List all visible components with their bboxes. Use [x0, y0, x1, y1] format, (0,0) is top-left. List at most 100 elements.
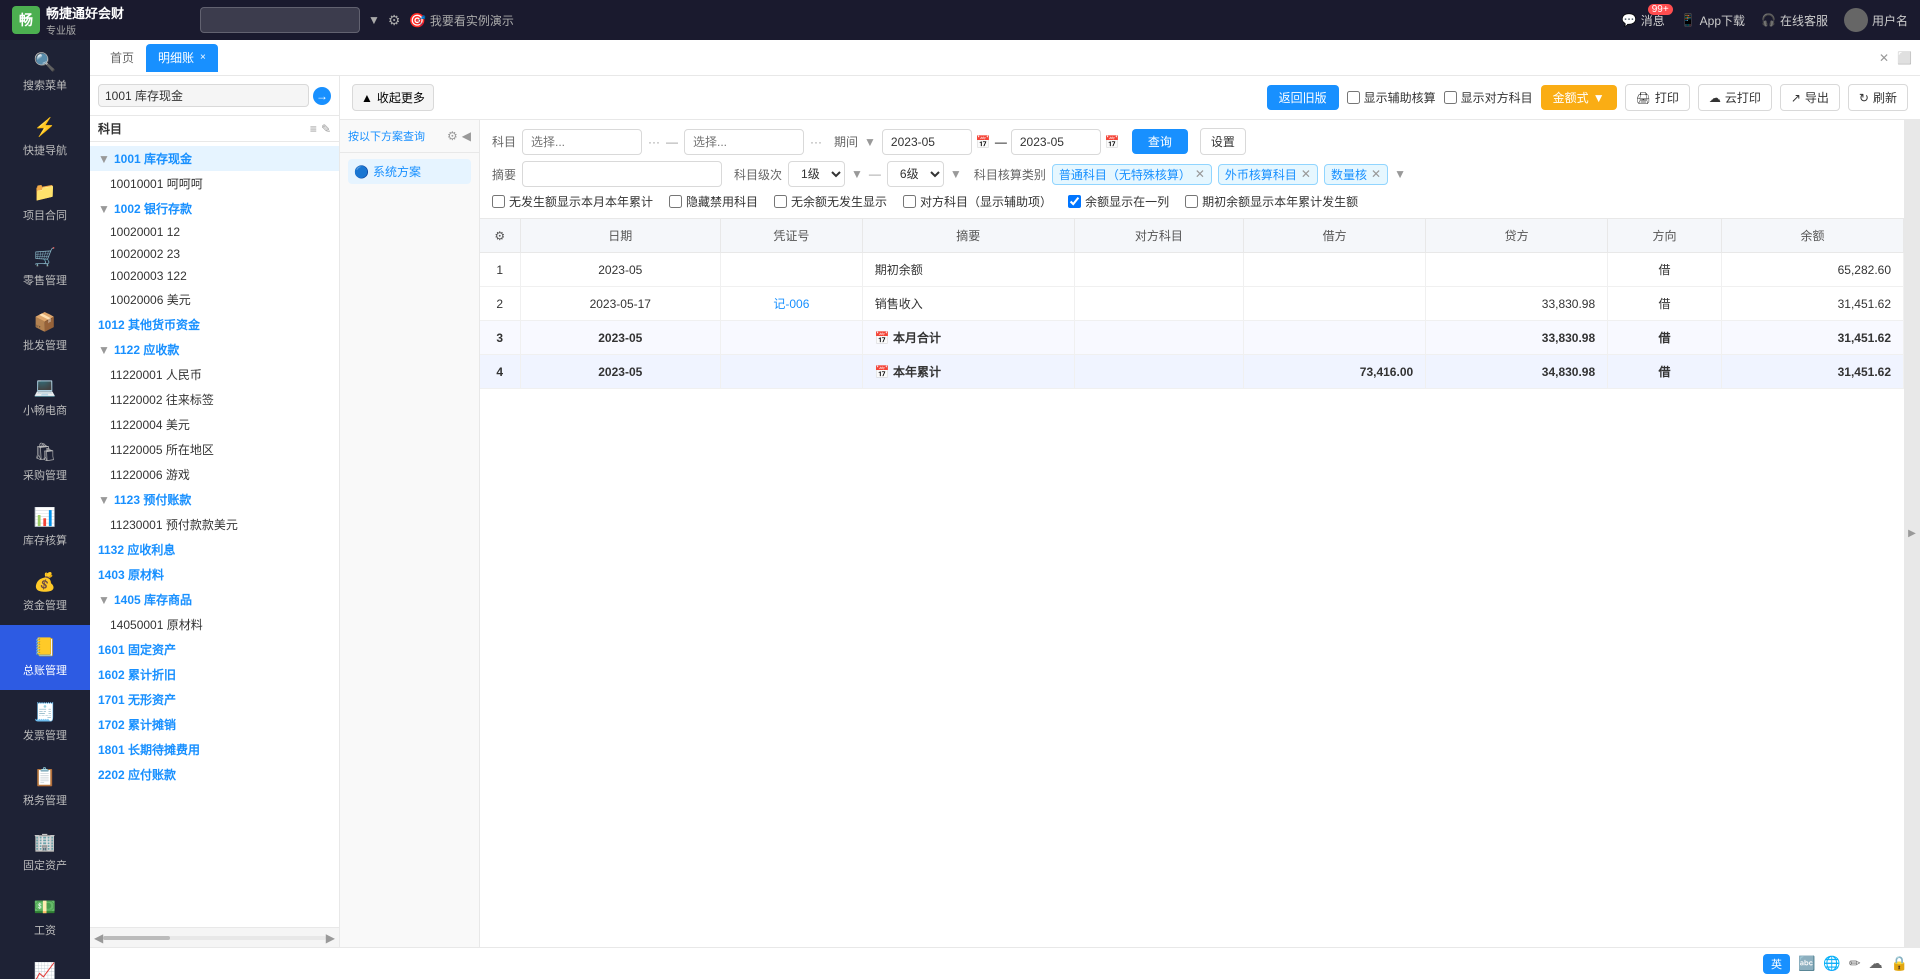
tree-item-1405[interactable]: ▼ 1405 库存商品: [90, 587, 339, 612]
tree-item-1002[interactable]: ▼ 1002 银行存款: [90, 196, 339, 221]
scheme-collapse-icon[interactable]: ◀: [462, 129, 471, 143]
period-end-input[interactable]: [1011, 129, 1101, 155]
tag-close-foreign[interactable]: ✕: [1301, 167, 1311, 181]
scheme-settings-icon[interactable]: ⚙: [447, 129, 458, 143]
print-button[interactable]: 🖨 打印: [1625, 84, 1690, 111]
globe-icon[interactable]: 🌐: [1823, 955, 1840, 972]
cloud-icon[interactable]: ☁: [1869, 955, 1883, 972]
tree-item-11220001[interactable]: 11220001 人民币: [90, 362, 339, 387]
window-close-icon[interactable]: ✕: [1879, 51, 1889, 65]
right-collapse-handle[interactable]: ▶: [1904, 120, 1920, 947]
tree-list-view-icon[interactable]: ≡: [310, 122, 317, 136]
sidebar-item-accounting[interactable]: 📒 总账管理: [0, 625, 90, 690]
tree-item-2202[interactable]: 2202 应付账款: [90, 762, 339, 787]
tree-item-11220005[interactable]: 11220005 所在地区: [90, 437, 339, 462]
scroll-left-icon[interactable]: ◀: [94, 931, 103, 945]
tree-item-11220004[interactable]: 11220004 美元: [90, 412, 339, 437]
lock-icon[interactable]: 🔒: [1891, 955, 1908, 972]
sidebar-item-wholesale[interactable]: 📦 批发管理: [0, 300, 90, 365]
tree-item-1403[interactable]: 1403 原材料: [90, 562, 339, 587]
search-box[interactable]: [200, 7, 360, 33]
demo-button[interactable]: 🎯 我要看实例演示: [408, 12, 513, 29]
account-expand-button[interactable]: →: [313, 87, 331, 105]
show-aux-checkbox-label[interactable]: 显示辅助核算: [1347, 89, 1436, 106]
sidebar-item-inventory[interactable]: 📊 库存核算: [0, 495, 90, 560]
account-filter-input-end[interactable]: [684, 129, 804, 155]
window-expand-icon[interactable]: ⬜: [1897, 51, 1912, 65]
scroll-right-icon[interactable]: ▶: [326, 931, 335, 945]
edit-icon[interactable]: ✏: [1849, 955, 1861, 972]
year-amount-checkbox[interactable]: [1185, 195, 1198, 208]
period-start-input[interactable]: [882, 129, 972, 155]
account-more-end-icon[interactable]: ···: [810, 135, 822, 149]
sidebar-item-assets[interactable]: 🏢 固定资产: [0, 820, 90, 885]
sidebar-item-retail[interactable]: 🛒 零售管理: [0, 235, 90, 300]
tree-item-10020001[interactable]: 10020001 12: [90, 221, 339, 243]
tree-item-10020003[interactable]: 10020003 122: [90, 265, 339, 287]
return-old-button[interactable]: 返回旧版: [1267, 85, 1339, 110]
show-opposite-checkbox-label[interactable]: 显示对方科目: [1444, 89, 1533, 106]
language-button[interactable]: 英: [1763, 954, 1790, 974]
gold-format-button[interactable]: 金额式 ▼: [1541, 85, 1617, 110]
check-no-balance[interactable]: 无余额无发生显示: [774, 193, 887, 210]
period-dropdown-icon[interactable]: ▼: [864, 135, 876, 149]
scheme-item-system[interactable]: 🔵 系统方案: [340, 153, 479, 190]
calendar-start-icon[interactable]: 📅: [976, 135, 991, 149]
translate-icon[interactable]: 🔤: [1798, 955, 1815, 972]
tree-item-11230001[interactable]: 11230001 预付款款美元: [90, 512, 339, 537]
tab-home[interactable]: 首页: [98, 44, 146, 72]
user-menu[interactable]: 用户名: [1844, 8, 1908, 32]
sidebar-item-search[interactable]: 🔍 搜索菜单: [0, 40, 90, 105]
level-from-select[interactable]: 1级 2级: [788, 161, 845, 187]
col-settings[interactable]: ⚙: [480, 219, 520, 253]
tree-item-1132[interactable]: 1132 应收利息: [90, 537, 339, 562]
sidebar-item-operation[interactable]: 📈 经营管理: [0, 950, 90, 979]
sidebar-item-project[interactable]: 📁 项目合同: [0, 170, 90, 235]
tree-edit-icon[interactable]: ✎: [321, 122, 331, 136]
expand-more-button[interactable]: ▲ 收起更多: [352, 84, 434, 111]
summary-filter-input[interactable]: [522, 161, 722, 187]
row-voucher-2[interactable]: 记-006: [721, 287, 863, 321]
account-more-icon[interactable]: ···: [648, 135, 660, 149]
tree-item-10010001[interactable]: 10010001 呵呵呵: [90, 171, 339, 196]
show-opposite-checkbox[interactable]: [1444, 91, 1457, 104]
tree-item-1601[interactable]: 1601 固定资产: [90, 637, 339, 662]
sidebar-item-purchase[interactable]: 🛍 采购管理: [0, 430, 90, 495]
tree-item-1602[interactable]: 1602 累计折旧: [90, 662, 339, 687]
sidebar-item-capital[interactable]: 💰 资金管理: [0, 560, 90, 625]
show-aux-checkbox[interactable]: [1347, 91, 1360, 104]
cloud-print-button[interactable]: ☁ 云打印: [1698, 84, 1772, 111]
tree-item-11220006[interactable]: 11220006 游戏: [90, 462, 339, 487]
tree-item-10020006[interactable]: 10020006 美元: [90, 287, 339, 312]
refresh-button[interactable]: ↻ 刷新: [1848, 84, 1908, 111]
check-hide-disabled[interactable]: 隐藏禁用科目: [669, 193, 758, 210]
hide-disabled-checkbox[interactable]: [669, 195, 682, 208]
sidebar-item-tax[interactable]: 📋 税务管理: [0, 755, 90, 820]
search-dropdown-icon[interactable]: ▼: [368, 13, 380, 27]
table-gear-icon[interactable]: ⚙: [494, 229, 505, 243]
tree-item-1001[interactable]: ▼ 1001 库存现金: [90, 146, 339, 171]
sidebar-item-ecommerce[interactable]: 💻 小畅电商: [0, 365, 90, 430]
check-year-amount[interactable]: 期初余额显示本年累计发生额: [1185, 193, 1358, 210]
tree-item-1123[interactable]: ▼ 1123 预付账款: [90, 487, 339, 512]
check-balance-col[interactable]: 余额显示在一列: [1068, 193, 1169, 210]
settings-icon[interactable]: ⚙: [388, 12, 401, 29]
tree-item-1801[interactable]: 1801 长期待摊费用: [90, 737, 339, 762]
sidebar-item-invoice[interactable]: 🧾 发票管理: [0, 690, 90, 755]
tree-item-1122[interactable]: ▼ 1122 应收款: [90, 337, 339, 362]
no-balance-checkbox[interactable]: [774, 195, 787, 208]
account-filter-input[interactable]: [522, 129, 642, 155]
opposite-aux-checkbox[interactable]: [903, 195, 916, 208]
balance-col-checkbox[interactable]: [1068, 195, 1081, 208]
tree-item-1702[interactable]: 1702 累计摊销: [90, 712, 339, 737]
no-amount-checkbox[interactable]: [492, 195, 505, 208]
sidebar-item-salary[interactable]: 💵 工资: [0, 885, 90, 950]
tag-close-quantity[interactable]: ✕: [1371, 167, 1381, 181]
voucher-link-2[interactable]: 记-006: [773, 297, 809, 311]
tree-item-1701[interactable]: 1701 无形资产: [90, 687, 339, 712]
message-button[interactable]: 💬 消息 99+: [1622, 12, 1665, 29]
sidebar-item-quick[interactable]: ⚡ 快捷导航: [0, 105, 90, 170]
app-download-button[interactable]: 📱 App下载: [1681, 12, 1745, 29]
tab-close-icon[interactable]: ×: [200, 52, 206, 63]
check-no-amount[interactable]: 无发生额显示本月本年累计: [492, 193, 653, 210]
